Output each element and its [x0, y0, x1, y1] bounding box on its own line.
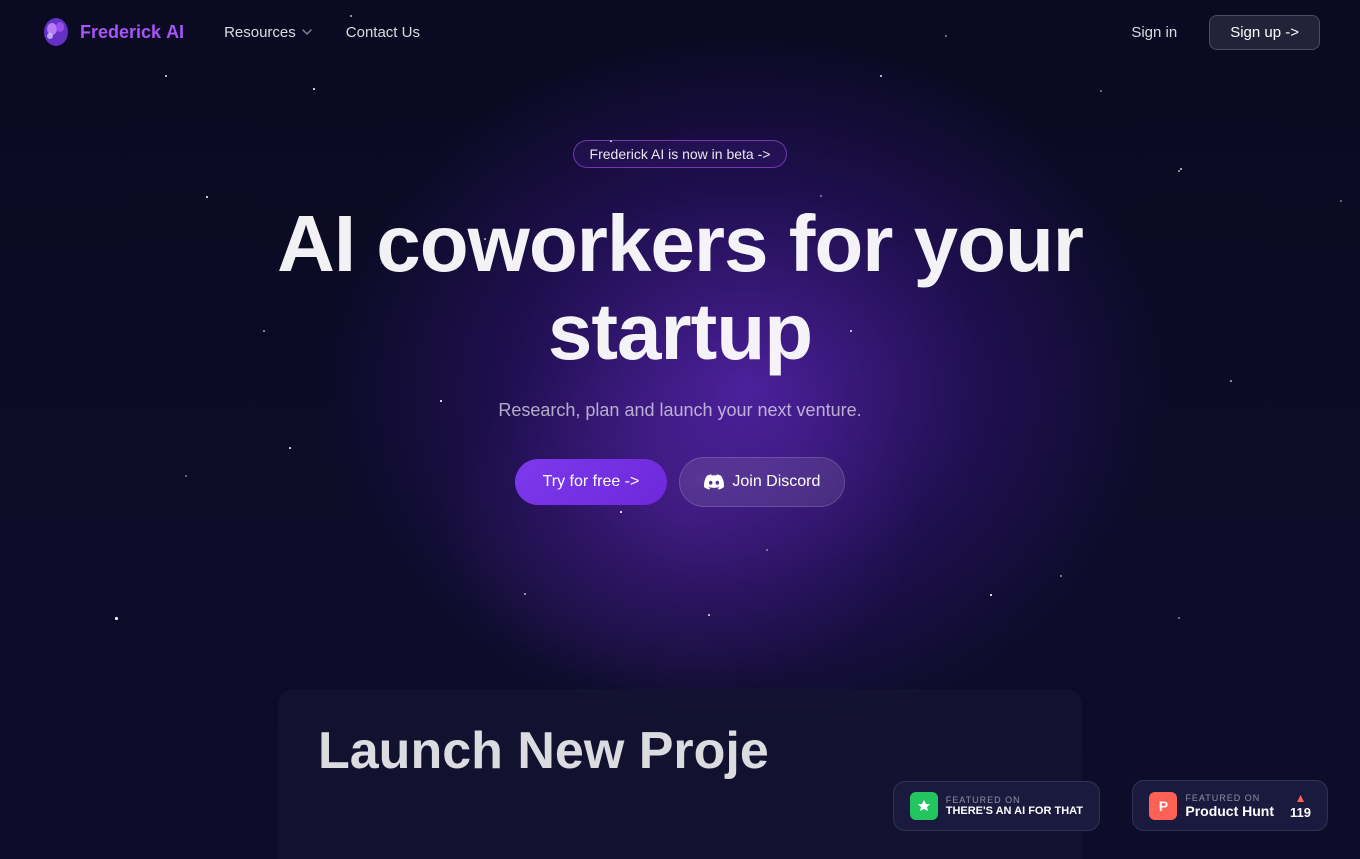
beta-badge-text: Frederick AI is now in beta -> — [590, 146, 771, 162]
ph-text: FEATURED ON Product Hunt — [1185, 793, 1274, 819]
logo-text: Frederick AI — [80, 22, 184, 43]
aft-badge[interactable]: FEATURED ON THERE'S AN AI FOR THAT — [893, 781, 1100, 831]
aft-icon — [910, 792, 938, 820]
hero-subtitle: Research, plan and launch your next vent… — [498, 400, 861, 421]
aft-featured-label: FEATURED ON — [946, 795, 1083, 805]
logo-icon — [40, 16, 72, 48]
navbar: Frederick AI Resources Contact Us Sign i… — [0, 0, 1360, 64]
nav-right: Sign in Sign up -> — [1115, 15, 1320, 50]
hero-title: AI coworkers for your startup — [277, 200, 1083, 376]
aft-text: FEATURED ON THERE'S AN AI FOR THAT — [946, 795, 1083, 817]
star — [990, 594, 992, 596]
star — [1178, 617, 1180, 619]
nav-link-contact[interactable]: Contact Us — [346, 24, 420, 41]
nav-left: Frederick AI Resources Contact Us — [40, 16, 420, 48]
signin-button[interactable]: Sign in — [1115, 16, 1193, 49]
ph-count: ▲ 119 — [1290, 791, 1311, 820]
beta-badge[interactable]: Frederick AI is now in beta -> — [573, 140, 788, 168]
logo[interactable]: Frederick AI — [40, 16, 184, 48]
ph-featured-label: FEATURED ON — [1185, 793, 1274, 803]
star — [880, 75, 882, 77]
discord-icon — [704, 472, 724, 492]
try-for-free-button[interactable]: Try for free -> — [515, 459, 668, 505]
star — [165, 75, 167, 77]
star — [1060, 575, 1062, 577]
chevron-down-icon — [300, 25, 314, 39]
join-discord-button[interactable]: Join Discord — [679, 457, 845, 507]
star — [524, 593, 526, 595]
product-hunt-icon: P — [1149, 792, 1177, 820]
ph-vote-count: 119 — [1290, 805, 1311, 820]
ph-name: Product Hunt — [1185, 803, 1274, 819]
star — [766, 549, 768, 551]
star — [620, 511, 622, 513]
aft-name: THERE'S AN AI FOR THAT — [946, 805, 1083, 817]
hero-buttons: Try for free -> Join Discord — [515, 457, 846, 507]
ph-upvote-icon: ▲ — [1295, 791, 1307, 805]
bottom-card-preview: Launch New Proje — [278, 689, 1082, 859]
product-hunt-badge[interactable]: P FEATURED ON Product Hunt ▲ 119 — [1132, 780, 1328, 831]
hero-section: Frederick AI is now in beta -> AI cowork… — [0, 140, 1360, 507]
star — [708, 614, 710, 616]
launch-text: Launch New Proje — [318, 721, 1042, 781]
signup-button[interactable]: Sign up -> — [1209, 15, 1320, 50]
star — [1100, 90, 1102, 92]
nav-link-resources[interactable]: Resources — [224, 24, 314, 41]
nav-links: Resources Contact Us — [224, 24, 420, 41]
star — [115, 617, 118, 620]
star — [313, 88, 315, 90]
